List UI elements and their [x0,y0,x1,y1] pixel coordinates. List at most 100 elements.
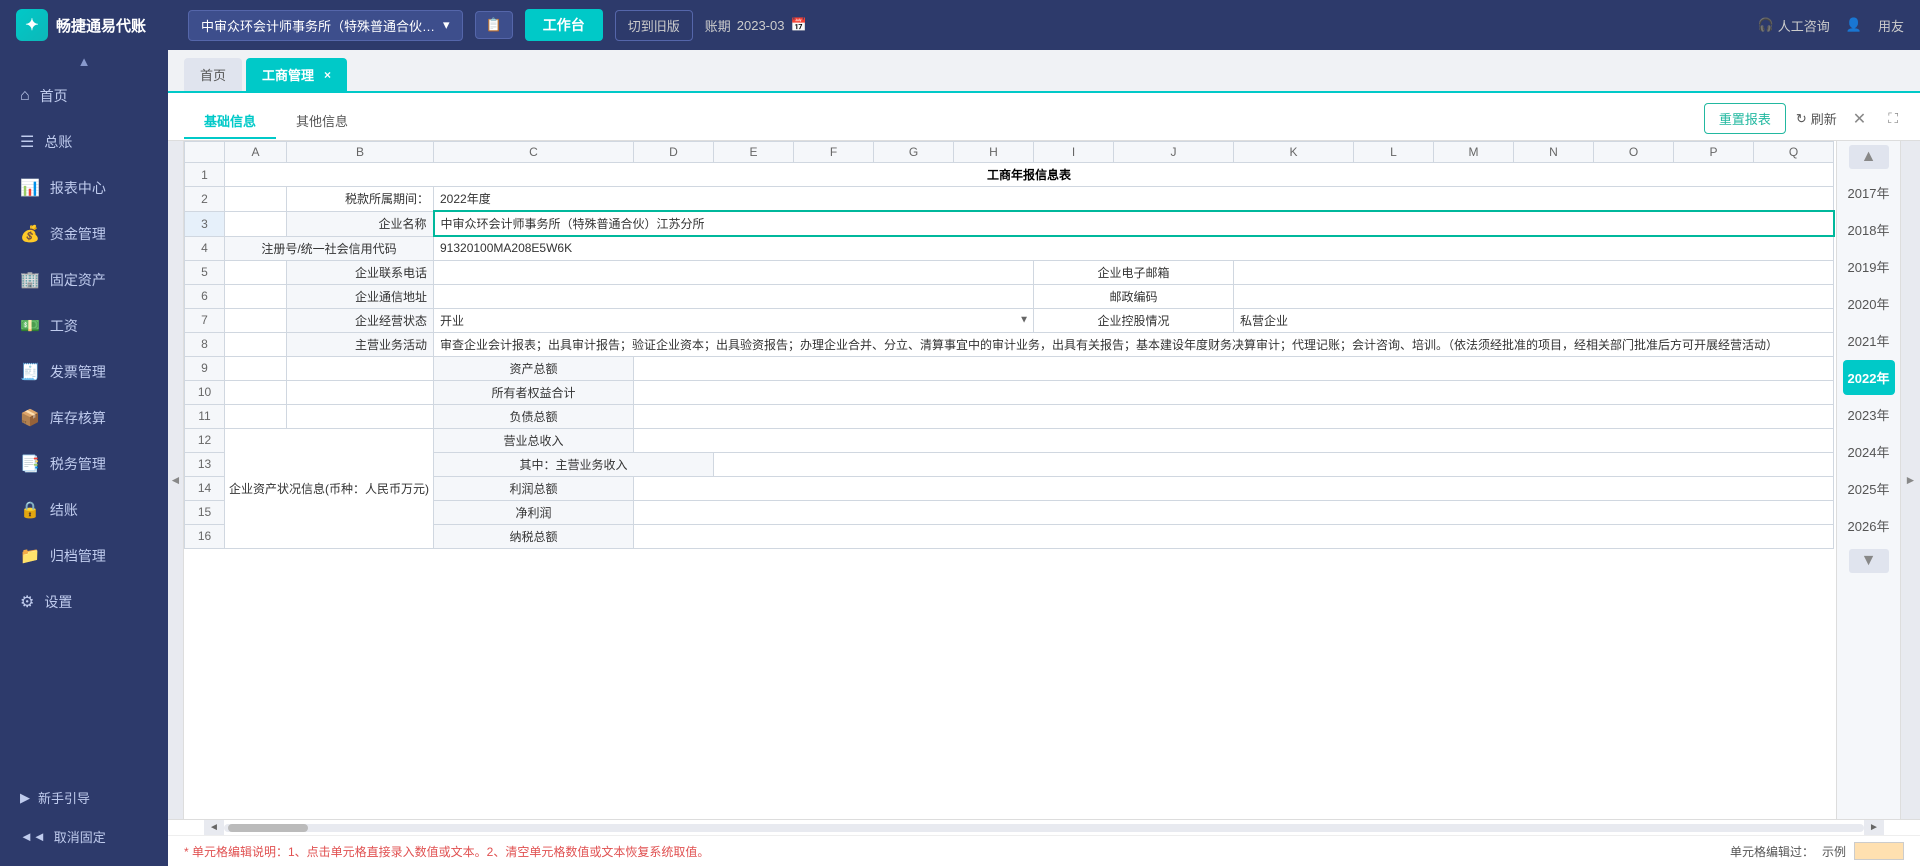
year-item-2019[interactable]: 2019年 [1843,249,1895,284]
workbench-button[interactable]: 工作台 [525,9,603,41]
col-header-i: I [1034,142,1114,163]
cell-13-e[interactable] [714,452,1834,476]
cell-6-c[interactable] [434,284,1034,308]
cell-5-kq[interactable] [1234,260,1834,284]
table-row: 5 企业联系电话 企业电子邮箱 [185,260,1834,284]
sidebar-scroll-up[interactable]: ▲ [0,50,168,73]
year-item-2023[interactable]: 2023年 [1843,397,1895,432]
spreadsheet-title: 工商年报信息表 [987,168,1071,182]
tab-business[interactable]: 工商管理 × [246,58,347,91]
table-row: 4 注册号/统一社会信用代码 91320100MA208E5W6K [185,236,1834,260]
tab-bar: 首页 工商管理 × [168,50,1920,91]
refresh-label: 刷新 [1811,109,1837,128]
calendar-icon[interactable]: 📅 [790,17,806,33]
h-scrollbar-thumb[interactable] [228,824,308,832]
sidebar-item-close[interactable]: 🔒 结账 [0,487,168,533]
bottom-right: 单元格编辑过： 示例 [1730,842,1904,860]
sidebar-item-asset[interactable]: 🏢 固定资产 [0,257,168,303]
cell-5-cdf[interactable] [434,260,1034,284]
content-area: 首页 工商管理 × 基础信息 其他信息 重置报表 ↻ [168,50,1920,866]
year-item-2020[interactable]: 2020年 [1843,286,1895,321]
col-header-h: H [954,142,1034,163]
tab-home-label: 首页 [200,65,226,84]
page-close-button[interactable]: ✕ [1847,107,1872,131]
row-num-11: 11 [185,404,225,428]
sidebar-item-inventory[interactable]: 📦 库存核算 [0,395,168,441]
sidebar-item-tax[interactable]: 📑 税务管理 [0,441,168,487]
year-scroll-up-button[interactable]: ▲ [1849,145,1889,169]
cell-14-d[interactable] [634,476,1834,500]
sidebar-item-capital[interactable]: 💰 资金管理 [0,211,168,257]
cell-6-ij: 邮政编码 [1034,284,1234,308]
sub-tab-basic[interactable]: 基础信息 [184,104,276,139]
sidebar-item-label: 发票管理 [50,362,106,382]
page-expand-button[interactable]: ⛶ [1882,108,1904,129]
year-item-2026[interactable]: 2026年 [1843,508,1895,543]
cell-6-kq[interactable] [1234,284,1834,308]
sidebar-item-label: 报表中心 [50,178,106,198]
top-header: ✦ 畅捷通易代账 中审众环会计师事务所（特殊普通合伙… ▾ 📋 工作台 切到旧版… [0,0,1920,50]
cell-6-b: 企业通信地址 [286,284,433,308]
year-scroll-down-button[interactable]: ▼ [1849,549,1889,573]
cell-2-c[interactable]: 2022年度 [434,187,1834,212]
sidebar-item-ledger[interactable]: ☰ 总账 [0,119,168,165]
sidebar-item-archive[interactable]: 📁 归档管理 [0,533,168,579]
new-user-guide[interactable]: ▶ 新手引导 [0,778,168,817]
new-user-label: 新手引导 [38,788,90,807]
year-item-2022[interactable]: 2022年 [1843,360,1895,395]
cell-10-d[interactable] [634,380,1834,404]
tab-close-icon[interactable]: × [324,68,331,82]
cell-11-b [286,404,433,428]
scroll-left-button[interactable]: ◄ [204,820,224,836]
year-2026-label: 2026年 [1848,519,1890,534]
sidebar-item-invoice[interactable]: 🧾 发票管理 [0,349,168,395]
left-collapse-btn[interactable]: ◄ [168,141,184,819]
row-num-3: 3 [185,211,225,236]
cell-4-c[interactable]: 91320100MA208E5W6K [434,236,1834,260]
col-header-m: M [1434,142,1514,163]
user-label: 用友 [1878,16,1904,35]
sidebar-item-salary[interactable]: 💵 工资 [0,303,168,349]
year-item-2024[interactable]: 2024年 [1843,434,1895,469]
tab-home[interactable]: 首页 [184,58,242,91]
archive-icon-btn[interactable]: 📋 [475,11,513,39]
sidebar-item-home[interactable]: ⌂ 首页 [0,73,168,119]
cell-7-kq[interactable]: 私营企业 [1234,308,1834,332]
cancel-fixed-button[interactable]: ◄◄ 取消固定 [0,817,168,856]
company-name: 中审众环会计师事务所（特殊普通合伙… [201,16,435,35]
sidebar-bottom: ▶ 新手引导 ◄◄ 取消固定 [0,768,168,866]
sub-tab-other[interactable]: 其他信息 [276,104,368,139]
cell-11-d[interactable] [634,404,1834,428]
right-collapse-btn[interactable]: ► [1900,141,1920,819]
sidebar-item-settings[interactable]: ⚙ 设置 [0,579,168,625]
spreadsheet-container[interactable]: A B C D E F G H I J K L [184,141,1836,819]
scroll-right-button[interactable]: ► [1864,820,1884,836]
cell-8-c[interactable]: 审查企业会计报表；出具审计报告；验证企业资本；出具验资报告；办理企业合并、分立、… [434,332,1834,356]
cell-7-c[interactable]: 开业 ▼ [434,308,1034,332]
refresh-button[interactable]: ↻ 刷新 [1796,109,1837,128]
home-icon: ⌂ [20,87,30,105]
company-selector[interactable]: 中审众环会计师事务所（特殊普通合伙… ▾ [188,10,463,41]
col-header-j: J [1114,142,1234,163]
service-button[interactable]: 🎧 人工咨询 [1758,16,1830,35]
h-scrollbar-track[interactable] [224,824,1864,832]
old-version-button[interactable]: 切到旧版 [615,10,693,41]
sidebar-item-label: 固定资产 [50,270,106,290]
year-item-2017[interactable]: 2017年 [1843,175,1895,210]
cell-3-c[interactable]: 中审众环会计师事务所（特殊普通合伙）江苏分所 [434,211,1834,236]
year-item-2021[interactable]: 2021年 [1843,323,1895,358]
spreadsheet-title-cell[interactable]: 工商年报信息表 [225,163,1834,187]
cell-3-b: 企业名称 [286,211,433,236]
cell-9-d[interactable] [634,356,1834,380]
year-item-2025[interactable]: 2025年 [1843,471,1895,506]
reset-report-button[interactable]: 重置报表 [1704,103,1786,134]
year-item-2018[interactable]: 2018年 [1843,212,1895,247]
cell-10-c: 所有者权益合计 [434,380,634,404]
sidebar-item-report[interactable]: 📊 报表中心 [0,165,168,211]
cell-12-d[interactable] [634,428,1834,452]
cell-16-d[interactable] [634,524,1834,548]
cell-10-b [286,380,433,404]
archive-icon: 📁 [20,546,40,566]
tax-icon: 📑 [20,454,40,474]
cell-15-d[interactable] [634,500,1834,524]
